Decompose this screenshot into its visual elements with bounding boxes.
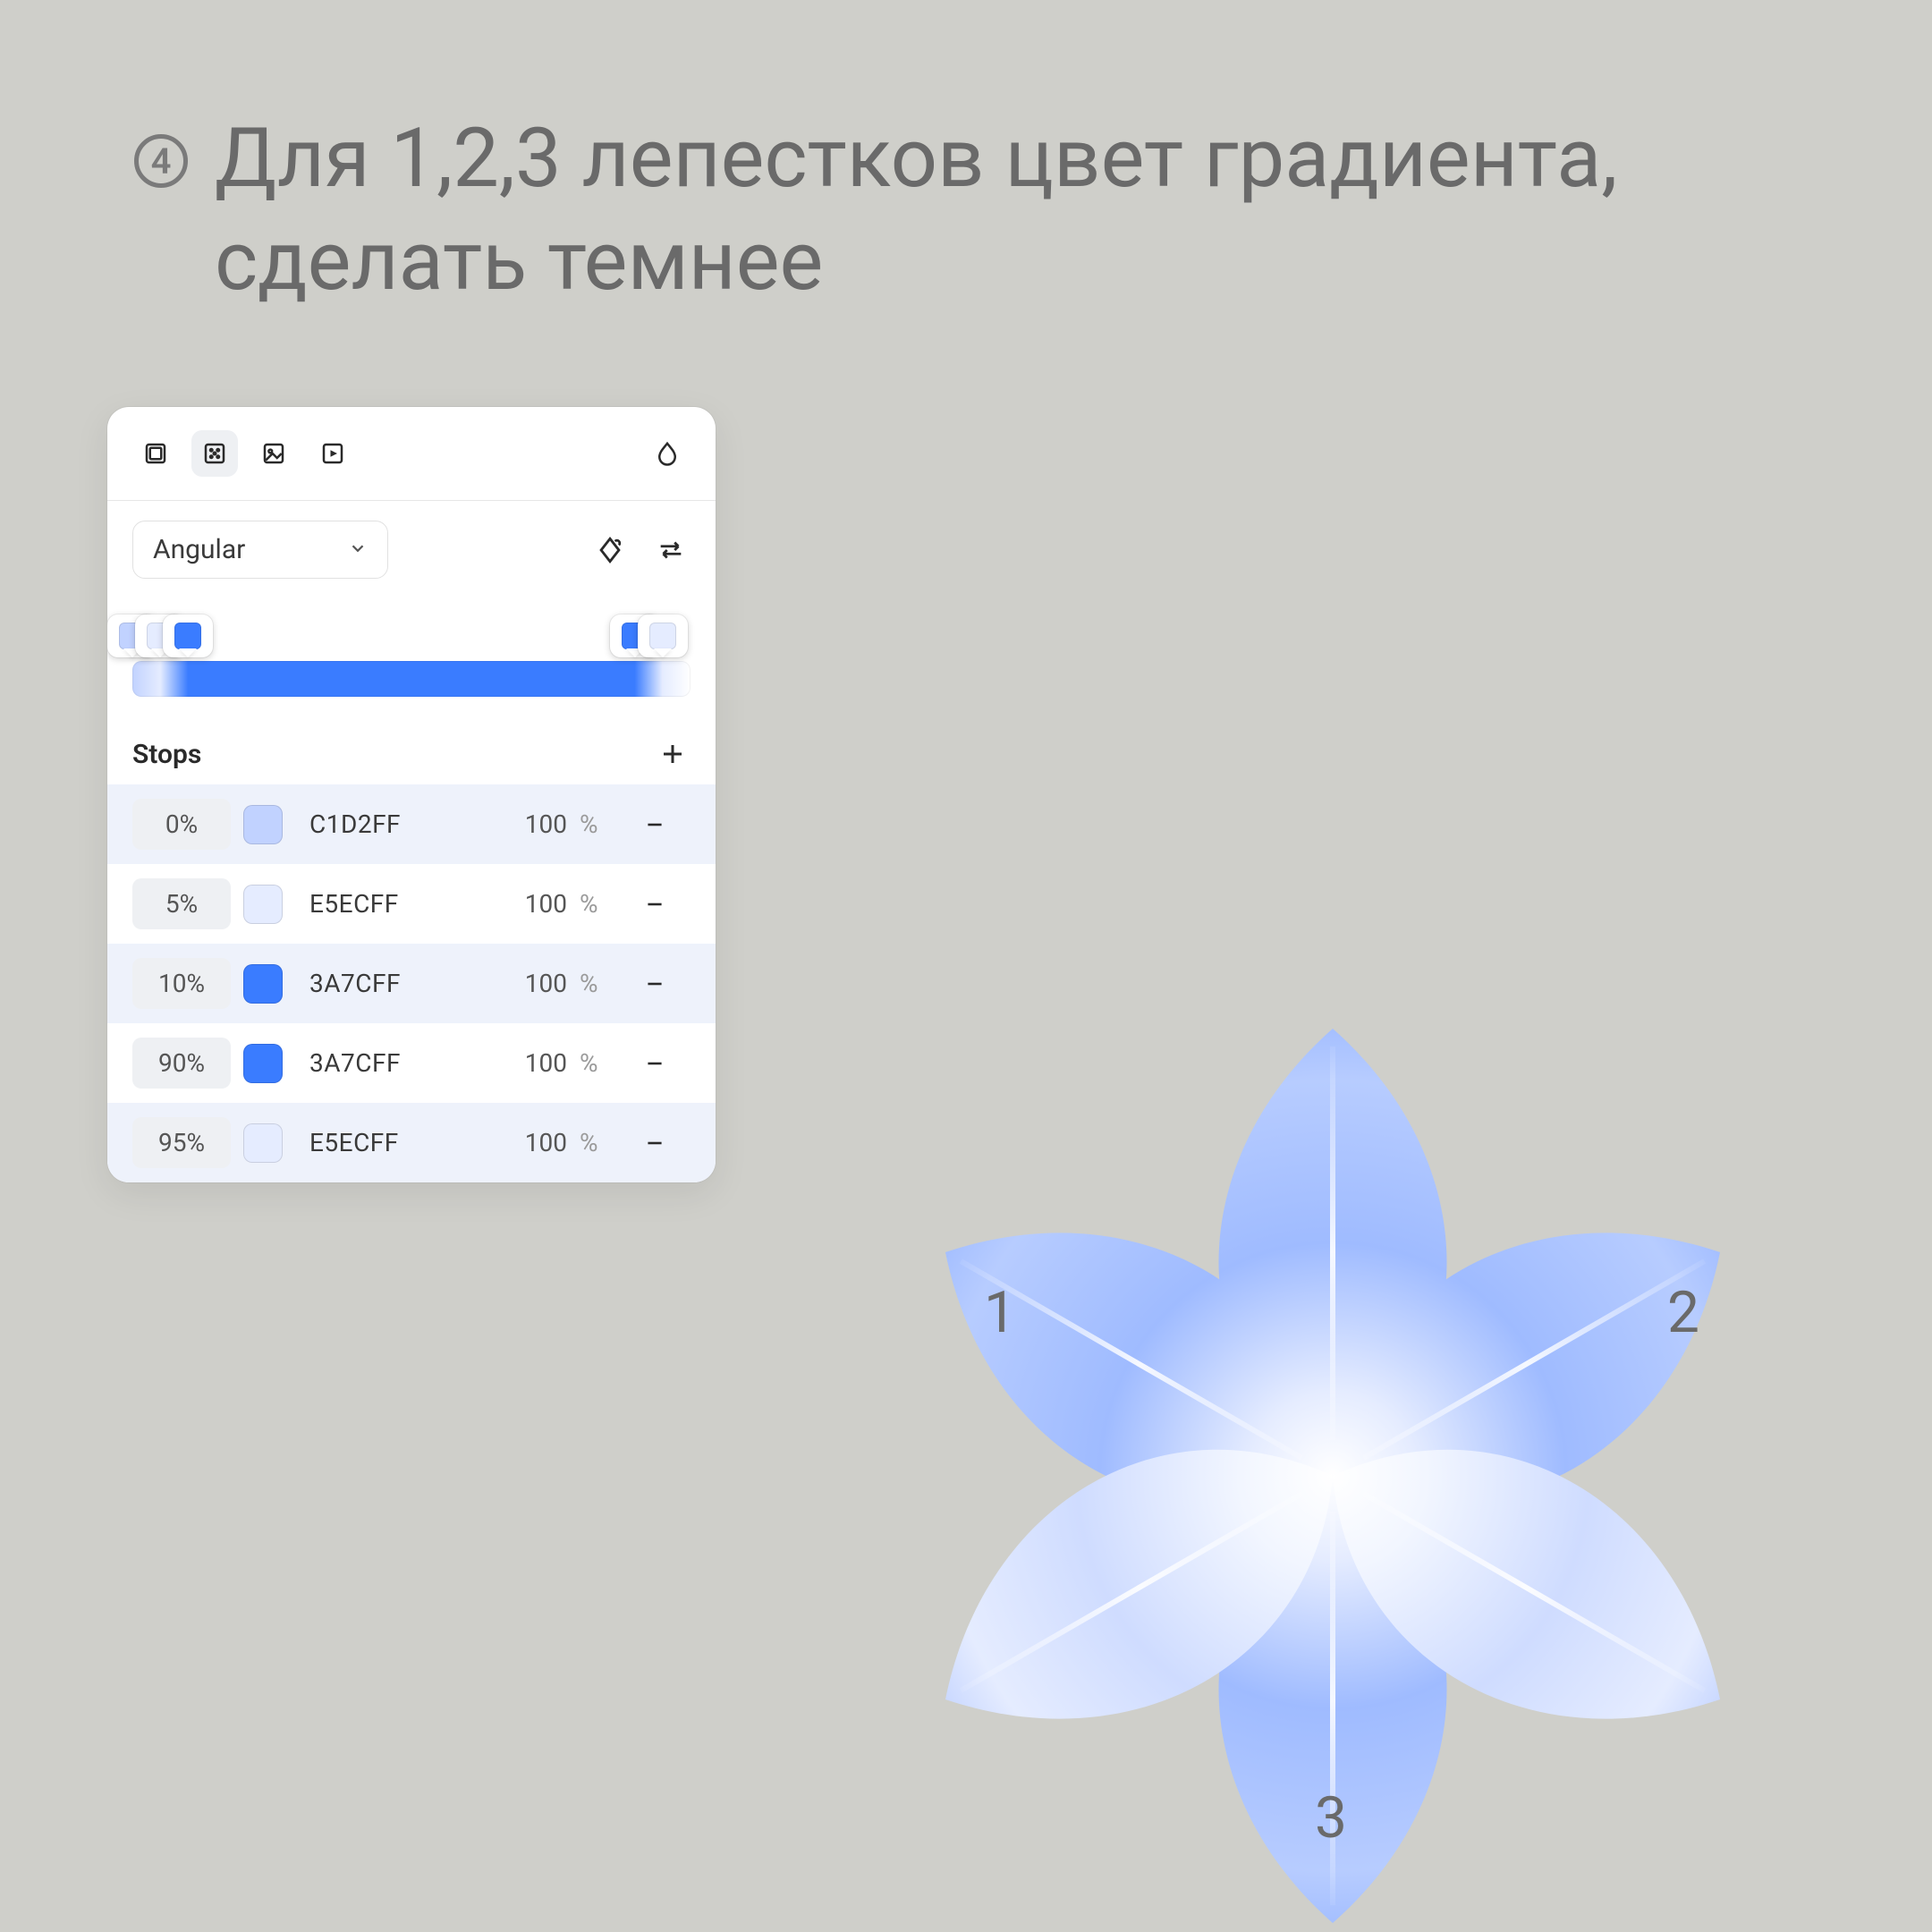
stop-hex-input[interactable]: E5ECFF bbox=[309, 1128, 474, 1157]
remove-stop-button[interactable] bbox=[637, 966, 673, 1002]
stop-row: 90% 3A7CFF 100% bbox=[107, 1023, 716, 1103]
flower-preview: 1 2 3 bbox=[877, 1011, 1789, 1923]
percent-symbol: % bbox=[580, 1128, 624, 1157]
gradient-type-label: Angular bbox=[153, 534, 245, 565]
percent-symbol: % bbox=[580, 1048, 624, 1078]
stops-header: Stops bbox=[107, 718, 716, 784]
percent-symbol: % bbox=[580, 969, 624, 998]
stop-position-input[interactable]: 5% bbox=[132, 878, 231, 929]
gradient-panel: Angular Stops 0%C1D2FF100%5%E5ECFF100%10… bbox=[107, 407, 716, 1182]
add-stop-button[interactable] bbox=[655, 736, 691, 772]
remove-stop-button[interactable] bbox=[637, 1125, 673, 1161]
fill-video-button[interactable] bbox=[309, 430, 356, 477]
step-number-badge: 4 bbox=[134, 134, 188, 188]
flip-gradient-button[interactable] bbox=[651, 530, 691, 570]
remove-stop-button[interactable] bbox=[637, 1046, 673, 1081]
chevron-down-icon bbox=[348, 534, 368, 565]
stop-row: 10% 3A7CFF 100% bbox=[107, 944, 716, 1023]
percent-symbol: % bbox=[580, 809, 624, 839]
instruction-heading: Для 1,2,3 лепестков цвет градиента, сдел… bbox=[215, 107, 1690, 313]
stop-row: 5% E5ECFF 100% bbox=[107, 864, 716, 944]
percent-symbol: % bbox=[580, 889, 624, 919]
fill-type-toolbar bbox=[107, 407, 716, 501]
stop-hex-input[interactable]: 3A7CFF bbox=[309, 1048, 474, 1078]
gradient-track bbox=[132, 661, 691, 697]
gradient-type-row: Angular bbox=[107, 501, 716, 588]
stop-hex-input[interactable]: C1D2FF bbox=[309, 809, 474, 839]
remove-stop-button[interactable] bbox=[637, 886, 673, 922]
stop-position-input[interactable]: 90% bbox=[132, 1038, 231, 1089]
stop-hex-input[interactable]: 3A7CFF bbox=[309, 969, 474, 998]
gradient-type-select[interactable]: Angular bbox=[132, 521, 388, 579]
stop-position-input[interactable]: 10% bbox=[132, 958, 231, 1009]
stop-row: 95% E5ECFF 100% bbox=[107, 1103, 716, 1182]
stop-color-swatch[interactable] bbox=[243, 885, 283, 924]
stop-opacity-input[interactable]: 100 bbox=[487, 1048, 567, 1078]
stop-position-input[interactable]: 0% bbox=[132, 799, 231, 850]
gradient-slider-area bbox=[107, 588, 716, 718]
petal-label-2: 2 bbox=[1667, 1279, 1699, 1346]
stops-label: Stops bbox=[132, 739, 201, 770]
stop-position-input[interactable]: 95% bbox=[132, 1117, 231, 1168]
gradient-stop-thumb[interactable] bbox=[638, 614, 688, 657]
petal-label-1: 1 bbox=[984, 1279, 1016, 1346]
fill-gradient-button[interactable] bbox=[191, 430, 238, 477]
fill-image-button[interactable] bbox=[250, 430, 297, 477]
stop-opacity-input[interactable]: 100 bbox=[487, 809, 567, 839]
stop-color-swatch[interactable] bbox=[243, 805, 283, 844]
stop-opacity-input[interactable]: 100 bbox=[487, 889, 567, 919]
gradient-stop-thumb[interactable] bbox=[163, 614, 213, 657]
step-number: 4 bbox=[151, 140, 172, 182]
stop-color-swatch[interactable] bbox=[243, 1123, 283, 1163]
gradient-slider[interactable] bbox=[132, 614, 691, 697]
stop-row: 0% C1D2FF 100% bbox=[107, 784, 716, 864]
stop-opacity-input[interactable]: 100 bbox=[487, 969, 567, 998]
petal-label-3: 3 bbox=[1315, 1784, 1347, 1852]
blend-mode-button[interactable] bbox=[644, 430, 691, 477]
fill-solid-button[interactable] bbox=[132, 430, 179, 477]
remove-stop-button[interactable] bbox=[637, 807, 673, 843]
stop-opacity-input[interactable]: 100 bbox=[487, 1128, 567, 1157]
stop-hex-input[interactable]: E5ECFF bbox=[309, 889, 474, 919]
stops-list: 0%C1D2FF100%5%E5ECFF100%10%3A7CFF100%90%… bbox=[107, 784, 716, 1182]
rotate-gradient-button[interactable] bbox=[590, 530, 630, 570]
stop-color-swatch[interactable] bbox=[243, 964, 283, 1004]
stop-color-swatch[interactable] bbox=[243, 1044, 283, 1083]
